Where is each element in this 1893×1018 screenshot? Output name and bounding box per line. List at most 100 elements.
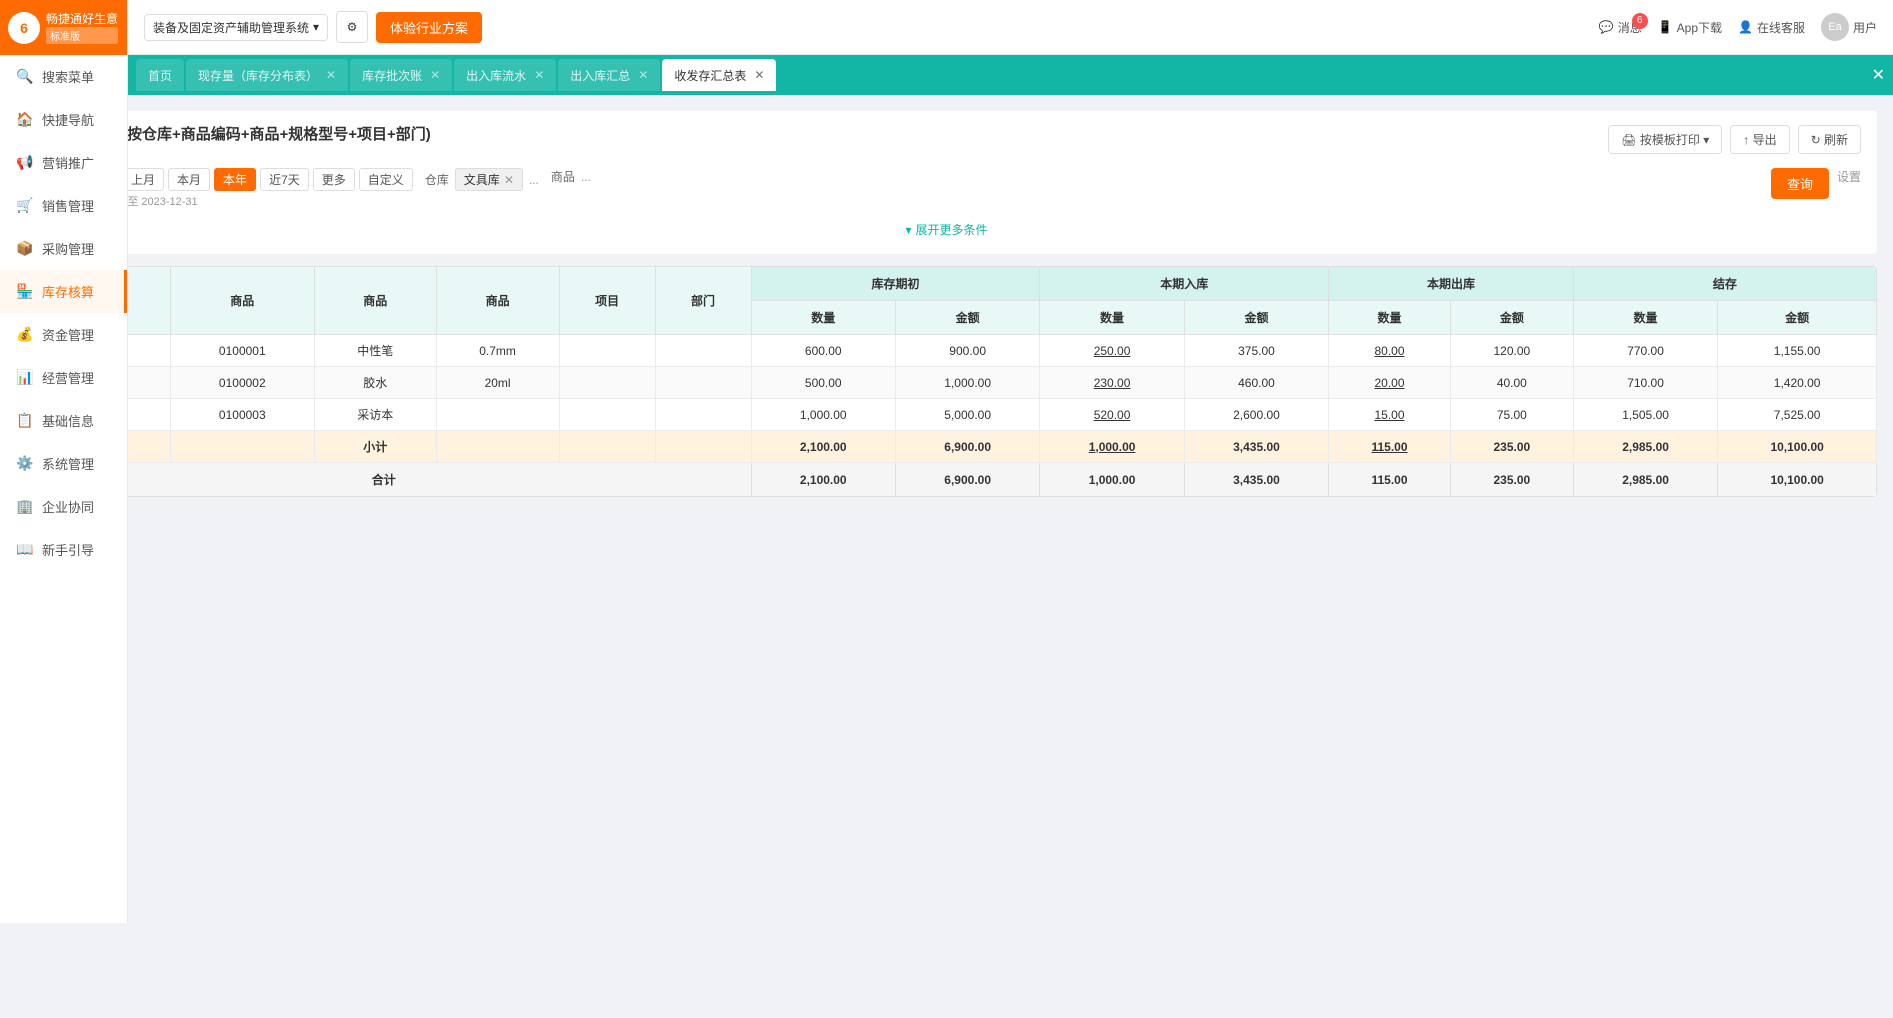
refresh-button[interactable]: ↻ 刷新 xyxy=(1798,125,1861,154)
system-title: 装备及固定资产辅助管理系统 xyxy=(153,19,309,36)
tab-出入库流水[interactable]: 出入库流水✕ xyxy=(454,59,556,91)
tab-close-出入库流水[interactable]: ✕ xyxy=(534,68,544,82)
date-btn-本年[interactable]: 本年 xyxy=(214,168,256,191)
sidebar-item-basic[interactable]: 📋基础信息 xyxy=(0,399,127,442)
col-group-balance: 结存 xyxy=(1573,267,1876,301)
row-code: 0100002 xyxy=(170,367,314,399)
row-in-qty[interactable]: 250.00 xyxy=(1040,335,1184,367)
row-spec xyxy=(436,399,559,431)
in-qty-link[interactable]: 230.00 xyxy=(1094,376,1131,390)
out-qty-link[interactable]: 20.00 xyxy=(1374,376,1404,390)
avatar: Ea xyxy=(1821,13,1849,41)
sidebar-item-search[interactable]: 🔍 搜索菜单 xyxy=(0,55,127,98)
phone-icon: 📱 xyxy=(1658,20,1673,34)
row-opening-amt: 1,000.00 xyxy=(895,367,1039,399)
tab-收发存汇总表[interactable]: 收发存汇总表 ✕ xyxy=(662,59,776,91)
goods-more[interactable]: ... xyxy=(581,170,591,184)
tab-close-出入库汇总[interactable]: ✕ xyxy=(638,68,648,82)
row-name: 中性笔 xyxy=(314,335,436,367)
date-btn-自定义[interactable]: 自定义 xyxy=(359,168,413,191)
row-in-qty[interactable]: 230.00 xyxy=(1040,367,1184,399)
print-button[interactable]: 🖨 按模板打印 ▾ xyxy=(1608,125,1722,154)
date-btn-更多[interactable]: 更多 xyxy=(313,168,355,191)
date-shortcuts: 上月本月本年近7天更多自定义 xyxy=(122,168,413,191)
row-out-qty[interactable]: 80.00 xyxy=(1329,335,1451,367)
sidebar-item-purchase[interactable]: 📦 采购管理 xyxy=(0,227,127,270)
header-settings-btn[interactable]: ⚙ xyxy=(336,11,368,43)
col-in-qty: 数量 xyxy=(1040,301,1184,335)
row-out-qty[interactable]: 20.00 xyxy=(1329,367,1451,399)
in-qty-link[interactable]: 250.00 xyxy=(1094,344,1131,358)
row-in-qty[interactable]: 1,000.00 xyxy=(1040,431,1184,463)
query-button[interactable]: 查询 xyxy=(1771,168,1829,199)
sidebar-item-system[interactable]: ⚙️系统管理 xyxy=(0,442,127,485)
tab-close-现存量（库存分布表）[interactable]: ✕ xyxy=(326,68,336,82)
footer-out-amt: 235.00 xyxy=(1450,463,1573,497)
row-balance-qty: 770.00 xyxy=(1573,335,1717,367)
expand-more-btn[interactable]: ▾ 展开更多条件 xyxy=(905,221,987,238)
tab-close-库存批次账[interactable]: ✕ xyxy=(430,68,440,82)
tab-label: 收发存汇总表 xyxy=(674,67,746,84)
tab-label: 现存量（库存分布表） xyxy=(198,67,318,84)
settings-link[interactable]: 设置 xyxy=(1837,168,1861,185)
export-button[interactable]: ↑ 导出 xyxy=(1730,125,1789,154)
sidebar-icon-search: 🔍 xyxy=(16,68,34,85)
table-container: ⚙ 仓库 商品 商品 商品 项目 部门 库存期初 本期入库 本期出库 结存 数量… xyxy=(16,266,1877,497)
row-spec: 20ml xyxy=(436,367,559,399)
row-balance-qty: 1,505.00 xyxy=(1573,399,1717,431)
sidebar-item-enterprise[interactable]: 🏢企业协同 xyxy=(0,485,127,528)
sidebar-item-business[interactable]: 📊经营管理 xyxy=(0,356,127,399)
app-download-action[interactable]: 📱 App下载 xyxy=(1658,19,1722,36)
warehouse-tag-close[interactable]: ✕ xyxy=(504,173,514,187)
sidebar-item-finance[interactable]: 💰资金管理 xyxy=(0,313,127,356)
date-btn-上月[interactable]: 上月 xyxy=(122,168,164,191)
out-qty-link[interactable]: 115.00 xyxy=(1371,440,1407,454)
sidebar-label-search: 搜索菜单 xyxy=(42,67,94,86)
sidebar-item-inventory[interactable]: 🏪库存核算 xyxy=(0,270,127,313)
sidebar-label-guide: 新手引导 xyxy=(42,540,94,559)
out-qty-link[interactable]: 80.00 xyxy=(1374,344,1404,358)
sidebar-item-sales[interactable]: 🛒销售管理 xyxy=(0,184,127,227)
out-qty-link[interactable]: 15.00 xyxy=(1374,408,1404,422)
sidebar-icon-purchase: 📦 xyxy=(16,240,34,257)
system-selector[interactable]: 装备及固定资产辅助管理系统 ▾ xyxy=(144,14,328,41)
tab-label: 首页 xyxy=(148,67,172,84)
header-left: 装备及固定资产辅助管理系统 ▾ ⚙ 体验行业方案 xyxy=(144,11,482,43)
footer-out-qty: 115.00 xyxy=(1329,463,1451,497)
warehouse-more[interactable]: ... xyxy=(529,173,539,187)
message-action[interactable]: 💬 消息 6 xyxy=(1599,19,1642,36)
tab-close-收发存汇总表[interactable]: ✕ xyxy=(754,68,764,82)
sidebar-item-marketing[interactable]: 📢营销推广 xyxy=(0,141,127,184)
row-opening-qty: 600.00 xyxy=(751,335,895,367)
date-btn-本月[interactable]: 本月 xyxy=(168,168,210,191)
user-action[interactable]: Ea 用户 xyxy=(1821,13,1877,41)
row-out-qty[interactable]: 115.00 xyxy=(1329,431,1451,463)
trial-button[interactable]: 体验行业方案 xyxy=(376,12,482,43)
online-service-action[interactable]: 👤 在线客服 xyxy=(1738,19,1805,36)
col-group-opening: 库存期初 xyxy=(751,267,1040,301)
row-in-qty[interactable]: 520.00 xyxy=(1040,399,1184,431)
tab-首页[interactable]: 首页 xyxy=(136,59,184,91)
tab-bar-close[interactable]: ✕ xyxy=(1872,65,1885,85)
tab-库存批次账[interactable]: 库存批次账✕ xyxy=(350,59,452,91)
user-label: 用户 xyxy=(1853,19,1877,36)
in-qty-link[interactable]: 520.00 xyxy=(1094,408,1131,422)
row-dept xyxy=(655,431,751,463)
sidebar-icon-finance: 💰 xyxy=(16,326,34,343)
logo: 6 畅捷通好生意 标准版 xyxy=(0,0,127,55)
sidebar-item-quick-nav[interactable]: 🏠快捷导航 xyxy=(0,98,127,141)
in-qty-link[interactable]: 1,000.00 xyxy=(1089,440,1136,454)
row-balance-amt: 7,525.00 xyxy=(1718,399,1877,431)
date-btn-近7天[interactable]: 近7天 xyxy=(260,168,309,191)
sidebar-label-sales: 销售管理 xyxy=(42,196,94,215)
col-balance-qty: 数量 xyxy=(1573,301,1717,335)
row-project xyxy=(559,335,655,367)
tab-现存量（库存分布表）[interactable]: 现存量（库存分布表） ✕ xyxy=(186,59,348,91)
sidebar-label-purchase: 采购管理 xyxy=(42,239,94,258)
app-download-label: App下载 xyxy=(1677,19,1722,36)
footer-opening-qty: 2,100.00 xyxy=(751,463,895,497)
row-out-qty[interactable]: 15.00 xyxy=(1329,399,1451,431)
logo-icon: 6 xyxy=(8,12,40,44)
tab-出入库汇总[interactable]: 出入库汇总✕ xyxy=(558,59,660,91)
sidebar-item-guide[interactable]: 📖新手引导 xyxy=(0,528,127,571)
